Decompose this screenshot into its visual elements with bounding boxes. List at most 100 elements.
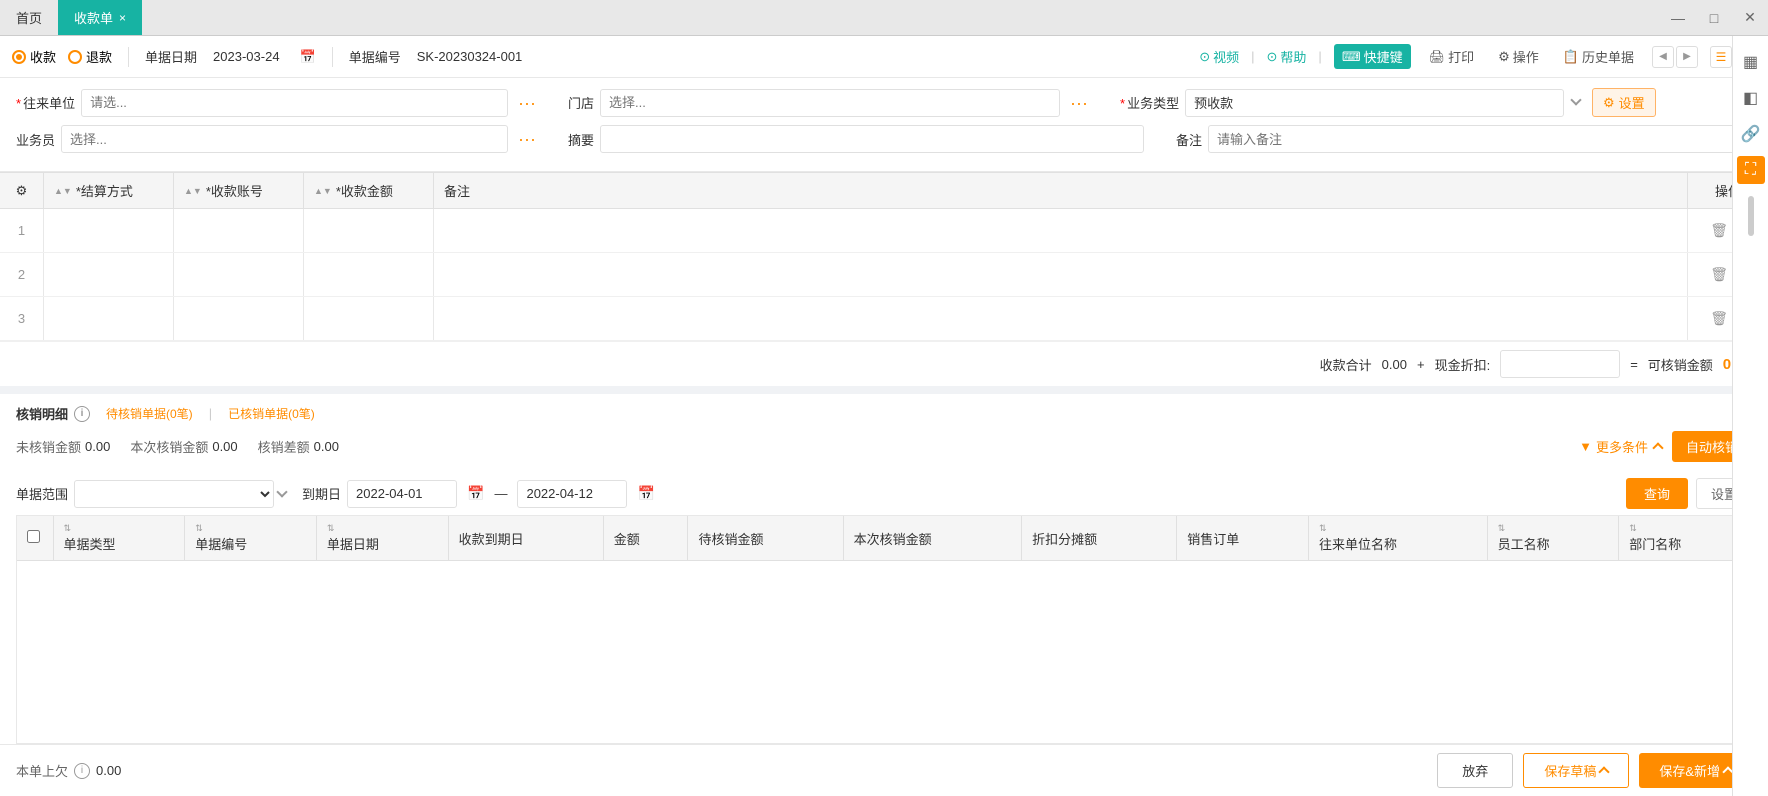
salesperson-more-icon[interactable]: ··· xyxy=(518,130,536,148)
td-account-input-3[interactable] xyxy=(184,305,293,333)
td-account-1[interactable] xyxy=(174,209,304,252)
list-view-icon[interactable]: ☰ xyxy=(1710,46,1732,68)
td-amount-input-2[interactable] xyxy=(314,261,423,289)
delete-row-2-icon[interactable]: 🗑 xyxy=(1710,266,1728,283)
abandon-button[interactable]: 放弃 xyxy=(1437,753,1513,788)
store-more-icon[interactable]: ··· xyxy=(1070,94,1088,112)
help-link[interactable]: ⊙ 帮助 xyxy=(1267,47,1307,66)
operation-btn[interactable]: ⚙ 操作 xyxy=(1492,45,1545,68)
date-to-input[interactable] xyxy=(517,480,627,508)
bottom-info: 本单上欠 i 0.00 xyxy=(16,761,121,780)
counterparty-input[interactable] xyxy=(81,89,508,117)
range-select[interactable] xyxy=(74,480,274,508)
pending-tab[interactable]: 待核销单据(0笔) xyxy=(106,405,193,422)
business-type-input[interactable] xyxy=(1185,89,1564,117)
toolbar-divider-1 xyxy=(128,47,129,67)
verify-info-icon[interactable]: i xyxy=(74,406,90,422)
operation-icon: ⚙ xyxy=(1498,49,1510,65)
sidebar-layout-icon[interactable]: ◧ xyxy=(1737,84,1765,112)
current-stat: 本次核销金额 0.00 xyxy=(130,437,237,456)
tab-current[interactable]: 收款单 × xyxy=(58,0,142,35)
td-amount-3[interactable] xyxy=(304,297,434,340)
range-select-arrow[interactable] xyxy=(278,486,286,501)
print-btn[interactable]: 🖨 打印 xyxy=(1423,45,1481,68)
store-input[interactable] xyxy=(600,89,1060,117)
diff-value: 0.00 xyxy=(314,439,339,454)
summary-input[interactable] xyxy=(600,125,1144,153)
verify-title-text: 核销明细 xyxy=(16,404,68,423)
td-settlement-input-2[interactable] xyxy=(54,261,163,289)
td-settlement-input-3[interactable] xyxy=(54,305,163,333)
date-value[interactable]: 2023-03-24 xyxy=(213,49,280,64)
td-remark-input-2[interactable] xyxy=(444,261,1677,289)
date-from-calendar-icon[interactable]: 📅 xyxy=(467,485,484,502)
completed-tab[interactable]: 已核销单据(0笔) xyxy=(228,405,315,422)
history-btn[interactable]: 📋 历史单据 xyxy=(1557,45,1640,68)
video-link[interactable]: ⊙ 视频 xyxy=(1199,47,1239,66)
sort-counterparty: ⇅ xyxy=(1319,523,1477,534)
remark-input[interactable] xyxy=(1208,125,1752,153)
td-settlement-1[interactable] xyxy=(44,209,174,252)
local-info-icon[interactable]: i xyxy=(74,763,90,779)
query-button[interactable]: 查询 xyxy=(1626,478,1688,509)
td-settlement-3[interactable] xyxy=(44,297,174,340)
verify-table-wrap[interactable]: ⇅ 单据类型 ⇅ 单据编号 ⇅ 单据日期 收款到期日 xyxy=(16,515,1752,744)
td-settlement-2[interactable] xyxy=(44,253,174,296)
salesperson-input[interactable] xyxy=(61,125,508,153)
select-all-checkbox[interactable] xyxy=(27,530,40,543)
window-controls: — □ ✕ xyxy=(1660,0,1768,36)
nav-next-arrow[interactable]: ▶ xyxy=(1676,46,1698,68)
save-draft-button[interactable]: 保存草稿 xyxy=(1523,753,1629,788)
delete-row-1-icon[interactable]: 🗑 xyxy=(1710,222,1728,239)
td-amount-2[interactable] xyxy=(304,253,434,296)
minimize-button[interactable]: — xyxy=(1660,0,1696,36)
sidebar-link-icon[interactable]: 🔗 xyxy=(1737,120,1765,148)
td-account-3[interactable] xyxy=(174,297,304,340)
plus-sign: + xyxy=(1417,357,1425,372)
discount-input[interactable] xyxy=(1500,350,1620,378)
nav-prev-arrow[interactable]: ◀ xyxy=(1652,46,1674,68)
maximize-button[interactable]: □ xyxy=(1696,0,1732,36)
th-settings[interactable]: ⚙ xyxy=(0,173,44,208)
salesperson-label: 业务员 xyxy=(16,130,55,149)
counterparty-field: 往来单位 ··· xyxy=(16,89,536,117)
radio-receipt-dot xyxy=(12,50,26,64)
radio-receipt[interactable]: 收款 xyxy=(12,47,56,66)
sidebar-table-icon[interactable]: ▦ xyxy=(1737,48,1765,76)
td-remark-input-1[interactable] xyxy=(444,217,1677,245)
td-account-input-1[interactable] xyxy=(184,217,293,245)
td-amount-1[interactable] xyxy=(304,209,434,252)
remark-label: 备注 xyxy=(1176,130,1202,149)
td-remark-3[interactable] xyxy=(434,297,1688,340)
date-separator: — xyxy=(494,486,507,501)
radio-refund[interactable]: 退款 xyxy=(68,47,112,66)
table-row: 3 🗑 ⊞ xyxy=(0,297,1768,341)
td-remark-2[interactable] xyxy=(434,253,1688,296)
business-type-arrow[interactable] xyxy=(1572,96,1580,109)
td-account-2[interactable] xyxy=(174,253,304,296)
delete-row-3-icon[interactable]: 🗑 xyxy=(1710,310,1728,327)
sidebar-expand-icon[interactable]: ⛶ xyxy=(1737,156,1765,184)
td-amount-input-1[interactable] xyxy=(314,217,423,245)
tab-close-icon[interactable]: × xyxy=(119,11,126,25)
sort-doc-number: ⇅ xyxy=(195,523,306,534)
unchecked-stat: 未核销金额 0.00 xyxy=(16,437,110,456)
th-sales-order: 销售订单 xyxy=(1177,516,1309,561)
td-amount-input-3[interactable] xyxy=(314,305,423,333)
calendar-icon[interactable]: 📅 xyxy=(300,49,316,65)
shortcut-icon: ⌨ xyxy=(1342,49,1361,65)
td-account-input-2[interactable] xyxy=(184,261,293,289)
counterparty-more-icon[interactable]: ··· xyxy=(518,94,536,112)
td-remark-1[interactable] xyxy=(434,209,1688,252)
td-remark-input-3[interactable] xyxy=(444,305,1677,333)
more-filter-btn[interactable]: ▼ 更多条件 xyxy=(1579,437,1662,456)
shortcut-btn[interactable]: ⌨ 快捷键 xyxy=(1334,44,1411,69)
td-settlement-input-1[interactable] xyxy=(54,217,163,245)
date-from-input[interactable] xyxy=(347,480,457,508)
counterparty-label: 往来单位 xyxy=(16,93,75,112)
tab-home[interactable]: 首页 xyxy=(0,0,58,35)
settings-button[interactable]: ⚙ 设置 xyxy=(1592,88,1656,117)
business-type-label: 业务类型 xyxy=(1120,93,1179,112)
date-to-calendar-icon[interactable]: 📅 xyxy=(637,485,654,502)
close-window-button[interactable]: ✕ xyxy=(1732,0,1768,36)
